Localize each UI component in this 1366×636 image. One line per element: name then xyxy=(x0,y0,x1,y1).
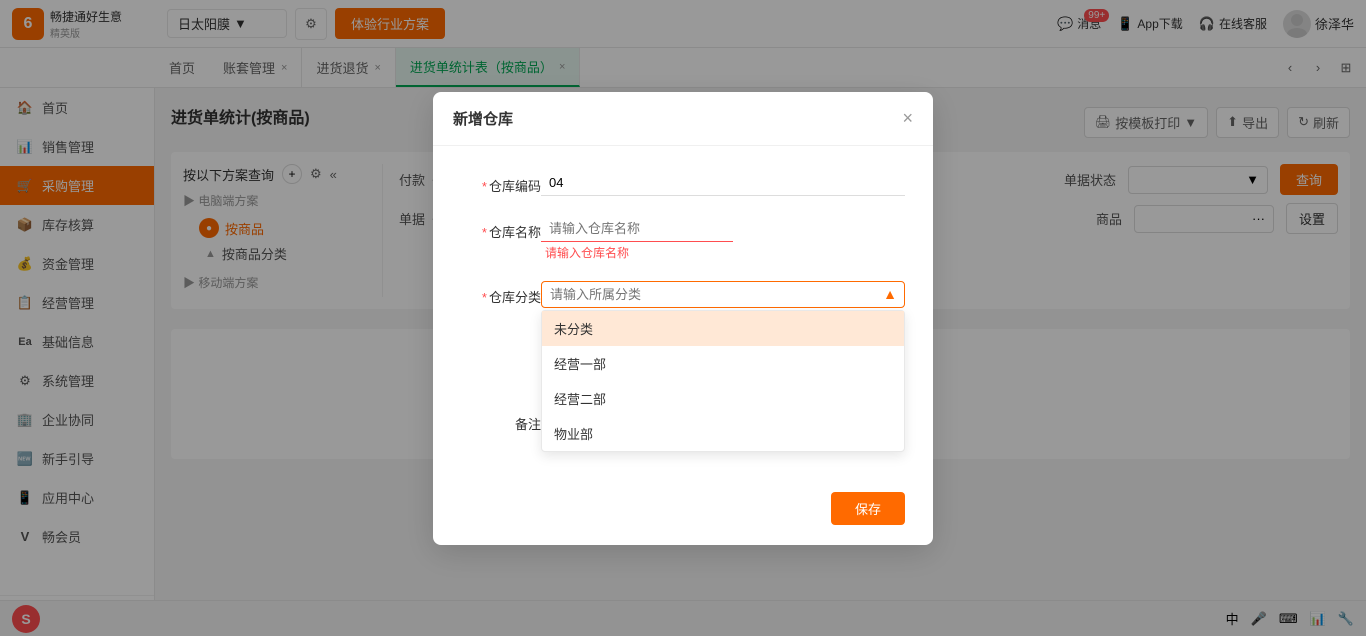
category-row: 仓库分类 ▲ 未分类 经营一部 经营二部 物业部 xyxy=(461,281,905,308)
category-option-dept1[interactable]: 经营一部 xyxy=(542,346,904,381)
category-toggle-icon[interactable]: ▲ xyxy=(883,286,897,302)
warehouse-code-row: 仓库编码 xyxy=(461,170,905,196)
category-option-dept2[interactable]: 经营二部 xyxy=(542,381,904,416)
dialog-header: 新增仓库 × xyxy=(433,92,933,146)
dialog-close-button[interactable]: × xyxy=(902,108,913,129)
category-input[interactable] xyxy=(541,281,905,308)
dialog-footer: 保存 xyxy=(433,480,933,545)
note-label: 备注 xyxy=(461,408,541,433)
warehouse-name-row: 仓库名称 请输入仓库名称 xyxy=(461,216,905,261)
category-input-wrap: ▲ xyxy=(541,281,905,308)
warehouse-code-label: 仓库编码 xyxy=(461,170,541,195)
warehouse-code-input[interactable] xyxy=(541,170,905,196)
dialog-overlay: 新增仓库 × 仓库编码 仓库名称 请输入仓库名称 仓库分类 xyxy=(0,0,1366,636)
dialog-body: 仓库编码 仓库名称 请输入仓库名称 仓库分类 ▲ xyxy=(433,146,933,480)
warehouse-name-error: 请输入仓库名称 xyxy=(461,244,629,261)
category-option-none[interactable]: 未分类 xyxy=(542,311,904,346)
dialog-title: 新增仓库 xyxy=(453,108,513,129)
category-dropdown: 未分类 经营一部 经营二部 物业部 xyxy=(541,310,905,452)
warehouse-name-label: 仓库名称 xyxy=(461,216,541,241)
new-warehouse-dialog: 新增仓库 × 仓库编码 仓库名称 请输入仓库名称 仓库分类 xyxy=(433,92,933,545)
warehouse-name-input[interactable] xyxy=(541,216,733,242)
category-option-property[interactable]: 物业部 xyxy=(542,416,904,451)
save-button[interactable]: 保存 xyxy=(831,492,905,525)
category-label: 仓库分类 xyxy=(461,281,541,306)
